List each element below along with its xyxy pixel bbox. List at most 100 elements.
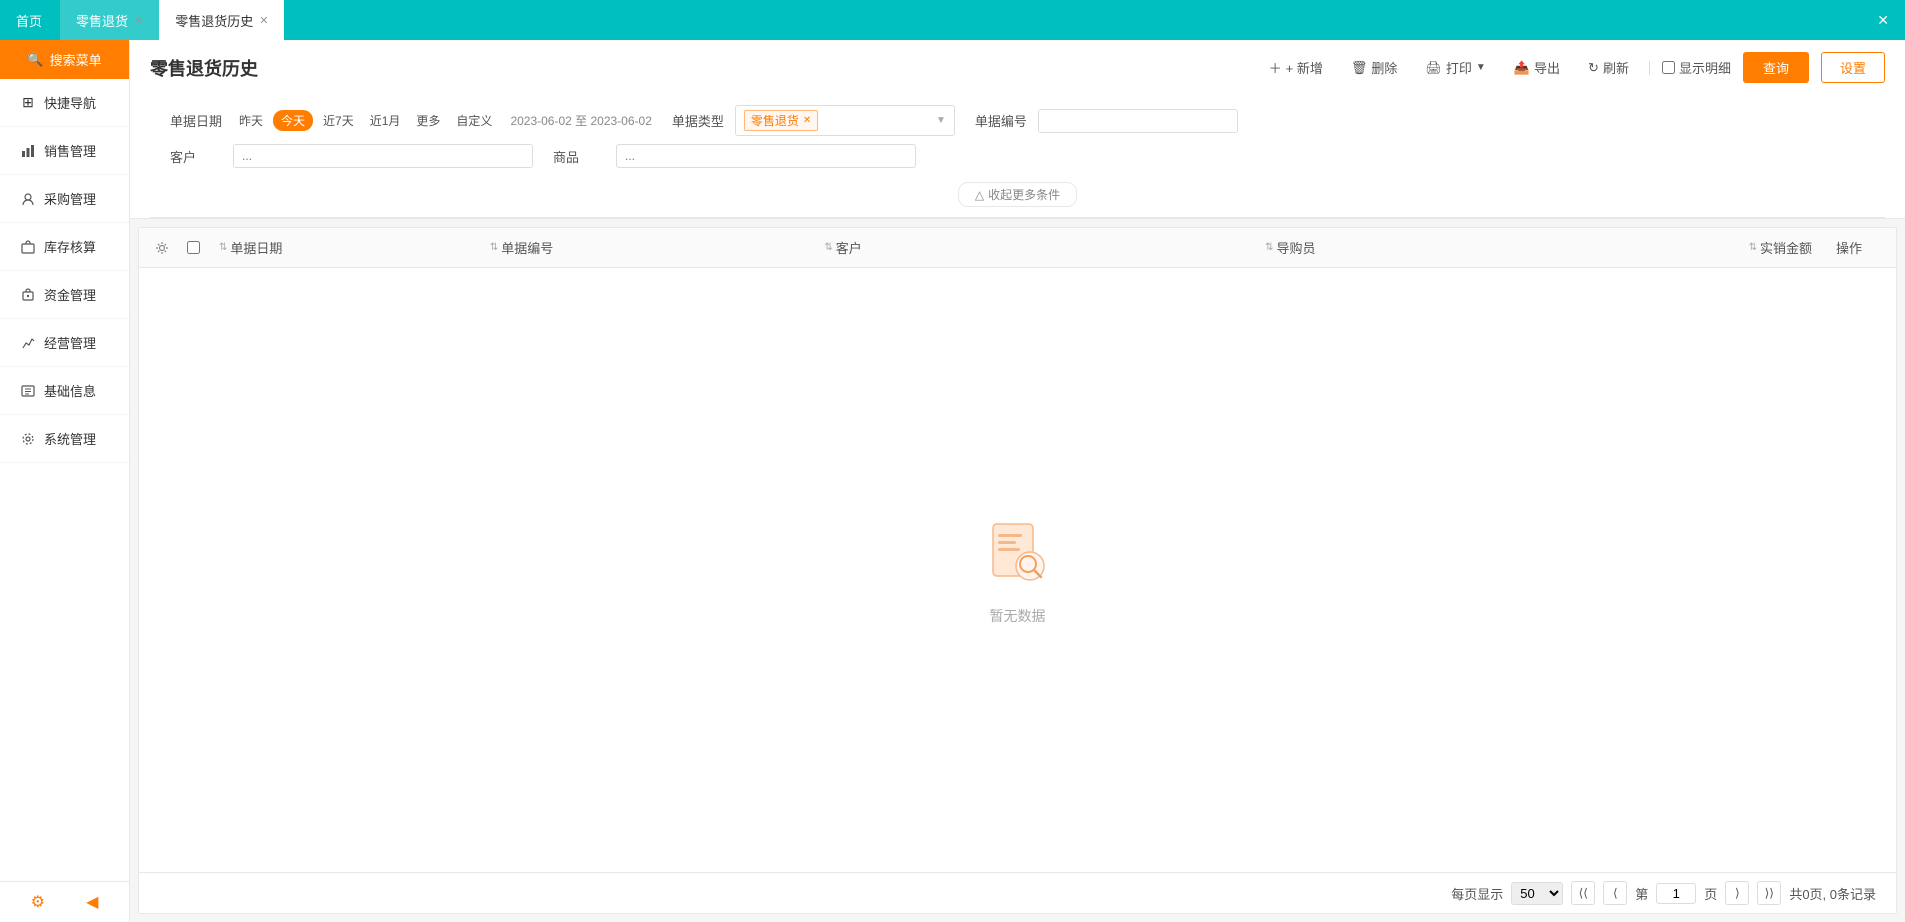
new-label: + 新增 xyxy=(1286,58,1323,77)
page-number-input[interactable] xyxy=(1656,883,1696,904)
th-amount[interactable]: ⇅ 实销金额 xyxy=(1592,238,1828,257)
collapse-button[interactable]: △ 收起更多条件 xyxy=(958,182,1077,207)
filter-goods-input[interactable] xyxy=(616,144,916,168)
date-btn-today[interactable]: 今天 xyxy=(273,110,313,131)
tab-bar: 首页 零售退货 ✕ 零售退货历史 ✕ xyxy=(0,0,1877,40)
sidebar-item-inventory[interactable]: 库存核算 xyxy=(0,223,129,271)
filter-goods: 商品 xyxy=(553,144,916,168)
per-page-select[interactable]: 50 20 100 xyxy=(1511,882,1563,905)
base-info-icon xyxy=(20,383,36,399)
sidebar-item-sys-mgmt-label: 系统管理 xyxy=(44,429,96,448)
th-guide-label: 导购员 xyxy=(1276,238,1315,257)
filter-row-1: 单据日期 昨天 今天 近7天 近1月 更多 自定义 2023-06-02 至 2… xyxy=(170,105,1865,136)
th-customer-label: 客户 xyxy=(836,238,862,257)
main-layout: 🔍 搜索菜单 ⊞ 快捷导航 销售管理 采购管理 xyxy=(0,40,1905,922)
tab-home[interactable]: 首页 xyxy=(0,0,58,40)
empty-text: 暂无数据 xyxy=(990,606,1046,626)
export-label: 导出 xyxy=(1534,58,1560,77)
retail-return-tab-close[interactable]: ✕ xyxy=(134,14,143,27)
order-type-dropdown-icon: ▼ xyxy=(936,115,946,126)
filter-order-type-select[interactable]: 零售退货 ✕ ▼ xyxy=(735,105,955,136)
content-area: 零售退货历史 ＋ + 新增 🗑 删除 🖨 打印 ▼ xyxy=(130,40,1905,922)
th-order-no[interactable]: ⇅ 单据编号 xyxy=(482,238,817,257)
select-all-checkbox[interactable] xyxy=(187,241,200,254)
page-title-row: 零售退货历史 ＋ + 新增 🗑 删除 🖨 打印 ▼ xyxy=(150,52,1885,83)
sidebar-search[interactable]: 🔍 搜索菜单 xyxy=(0,40,129,79)
sort-icon-customer: ⇅ xyxy=(824,242,832,253)
filter-date-label: 单据日期 xyxy=(170,111,225,130)
th-action: 操作 xyxy=(1828,238,1888,257)
sidebar-item-purchase-mgmt[interactable]: 采购管理 xyxy=(0,175,129,223)
delete-icon: 🗑 xyxy=(1351,60,1368,76)
new-button[interactable]: ＋ + 新增 xyxy=(1261,54,1331,81)
th-customer[interactable]: ⇅ 客户 xyxy=(816,238,1257,257)
th-guide[interactable]: ⇅ 导购员 xyxy=(1257,238,1592,257)
th-gear[interactable] xyxy=(147,241,179,255)
retail-return-history-tab-label: 零售退货历史 xyxy=(175,11,253,30)
order-type-tag: 零售退货 ✕ xyxy=(744,110,818,131)
top-bar: 首页 零售退货 ✕ 零售退货历史 ✕ ✕ xyxy=(0,0,1905,40)
filter-area: 单据日期 昨天 今天 近7天 近1月 更多 自定义 2023-06-02 至 2… xyxy=(150,95,1885,218)
filter-customer: 客户 xyxy=(170,144,533,168)
home-tab-label: 首页 xyxy=(16,11,42,30)
export-icon: 📤 xyxy=(1514,60,1530,76)
sidebar-item-finance[interactable]: 资金管理 xyxy=(0,271,129,319)
table-header: ⇅ 单据日期 ⇅ 单据编号 ⇅ 客户 ⇅ 导购员 ⇅ 实销金额 xyxy=(139,228,1896,268)
sidebar-item-quick-nav[interactable]: ⊞ 快捷导航 xyxy=(0,79,129,127)
delete-label: 删除 xyxy=(1371,58,1397,77)
page-title: 零售退货历史 xyxy=(150,55,258,81)
query-button[interactable]: 查询 xyxy=(1743,52,1809,83)
finance-icon xyxy=(20,287,36,303)
filter-order-no-label: 单据编号 xyxy=(975,111,1030,130)
tab-retail-return[interactable]: 零售退货 ✕ xyxy=(60,0,159,40)
sidebar-item-sys-mgmt[interactable]: 系统管理 xyxy=(0,415,129,463)
last-page-button[interactable]: ⟩⟩ xyxy=(1757,881,1781,905)
collapse-label: 收起更多条件 xyxy=(988,186,1060,203)
print-button[interactable]: 🖨 打印 ▼ xyxy=(1417,54,1493,81)
print-dropdown-icon: ▼ xyxy=(1476,62,1486,73)
tab-retail-return-history[interactable]: 零售退货历史 ✕ xyxy=(159,0,284,40)
empty-state: 暂无数据 xyxy=(978,514,1058,626)
filter-order-no-input[interactable] xyxy=(1038,109,1238,133)
filter-customer-input[interactable] xyxy=(233,144,533,168)
page-header: 零售退货历史 ＋ + 新增 🗑 删除 🖨 打印 ▼ xyxy=(130,40,1905,219)
order-type-tag-close[interactable]: ✕ xyxy=(803,115,811,126)
date-btn-more[interactable]: 更多 xyxy=(410,110,446,131)
sort-icon-amount: ⇅ xyxy=(1749,242,1757,253)
th-checkbox[interactable] xyxy=(179,241,211,254)
filter-date: 单据日期 昨天 今天 近7天 近1月 更多 自定义 2023-06-02 至 2… xyxy=(170,110,652,131)
next-page-button[interactable]: ⟩ xyxy=(1725,881,1749,905)
date-btn-yesterday[interactable]: 昨天 xyxy=(233,110,269,131)
sidebar-nav: ⊞ 快捷导航 销售管理 采购管理 库存核算 xyxy=(0,79,129,881)
sort-icon-guide: ⇅ xyxy=(1265,242,1273,253)
th-action-label: 操作 xyxy=(1836,238,1862,257)
th-date[interactable]: ⇅ 单据日期 xyxy=(211,238,482,257)
sidebar-item-sales-mgmt[interactable]: 销售管理 xyxy=(0,127,129,175)
th-date-label: 单据日期 xyxy=(230,238,282,257)
sys-mgmt-icon xyxy=(20,431,36,447)
delete-button[interactable]: 🗑 删除 xyxy=(1343,54,1406,81)
first-page-button[interactable]: ⟨⟨ xyxy=(1571,881,1595,905)
show-detail-toggle[interactable]: 显示明细 xyxy=(1662,58,1731,77)
prev-page-button[interactable]: ⟨ xyxy=(1603,881,1627,905)
date-btn-custom[interactable]: 自定义 xyxy=(450,110,498,131)
date-btn-1month[interactable]: 近1月 xyxy=(364,110,407,131)
date-range-value: 2023-06-02 至 2023-06-02 xyxy=(510,112,651,129)
sidebar-item-inventory-label: 库存核算 xyxy=(44,237,96,256)
export-button[interactable]: 📤 导出 xyxy=(1506,54,1568,81)
sidebar-item-base-info[interactable]: 基础信息 xyxy=(0,367,129,415)
retail-return-history-tab-close[interactable]: ✕ xyxy=(259,14,268,27)
refresh-button[interactable]: ↻ 刷新 xyxy=(1580,54,1637,81)
settings-button[interactable]: 设置 xyxy=(1821,52,1885,83)
show-detail-checkbox-input[interactable] xyxy=(1662,61,1675,74)
window-close-button[interactable]: ✕ xyxy=(1877,12,1905,29)
collapse-bar: △ 收起更多条件 xyxy=(170,176,1865,207)
operation-icon xyxy=(20,335,36,351)
sidebar: 🔍 搜索菜单 ⊞ 快捷导航 销售管理 采购管理 xyxy=(0,40,130,922)
th-order-no-label: 单据编号 xyxy=(501,238,553,257)
filter-customer-label: 客户 xyxy=(170,147,225,166)
sidebar-settings-icon[interactable]: ⚙ xyxy=(31,892,45,912)
sidebar-toggle-icon[interactable]: ◀ xyxy=(86,892,98,912)
sidebar-item-operation[interactable]: 经营管理 xyxy=(0,319,129,367)
date-btn-7days[interactable]: 近7天 xyxy=(317,110,360,131)
